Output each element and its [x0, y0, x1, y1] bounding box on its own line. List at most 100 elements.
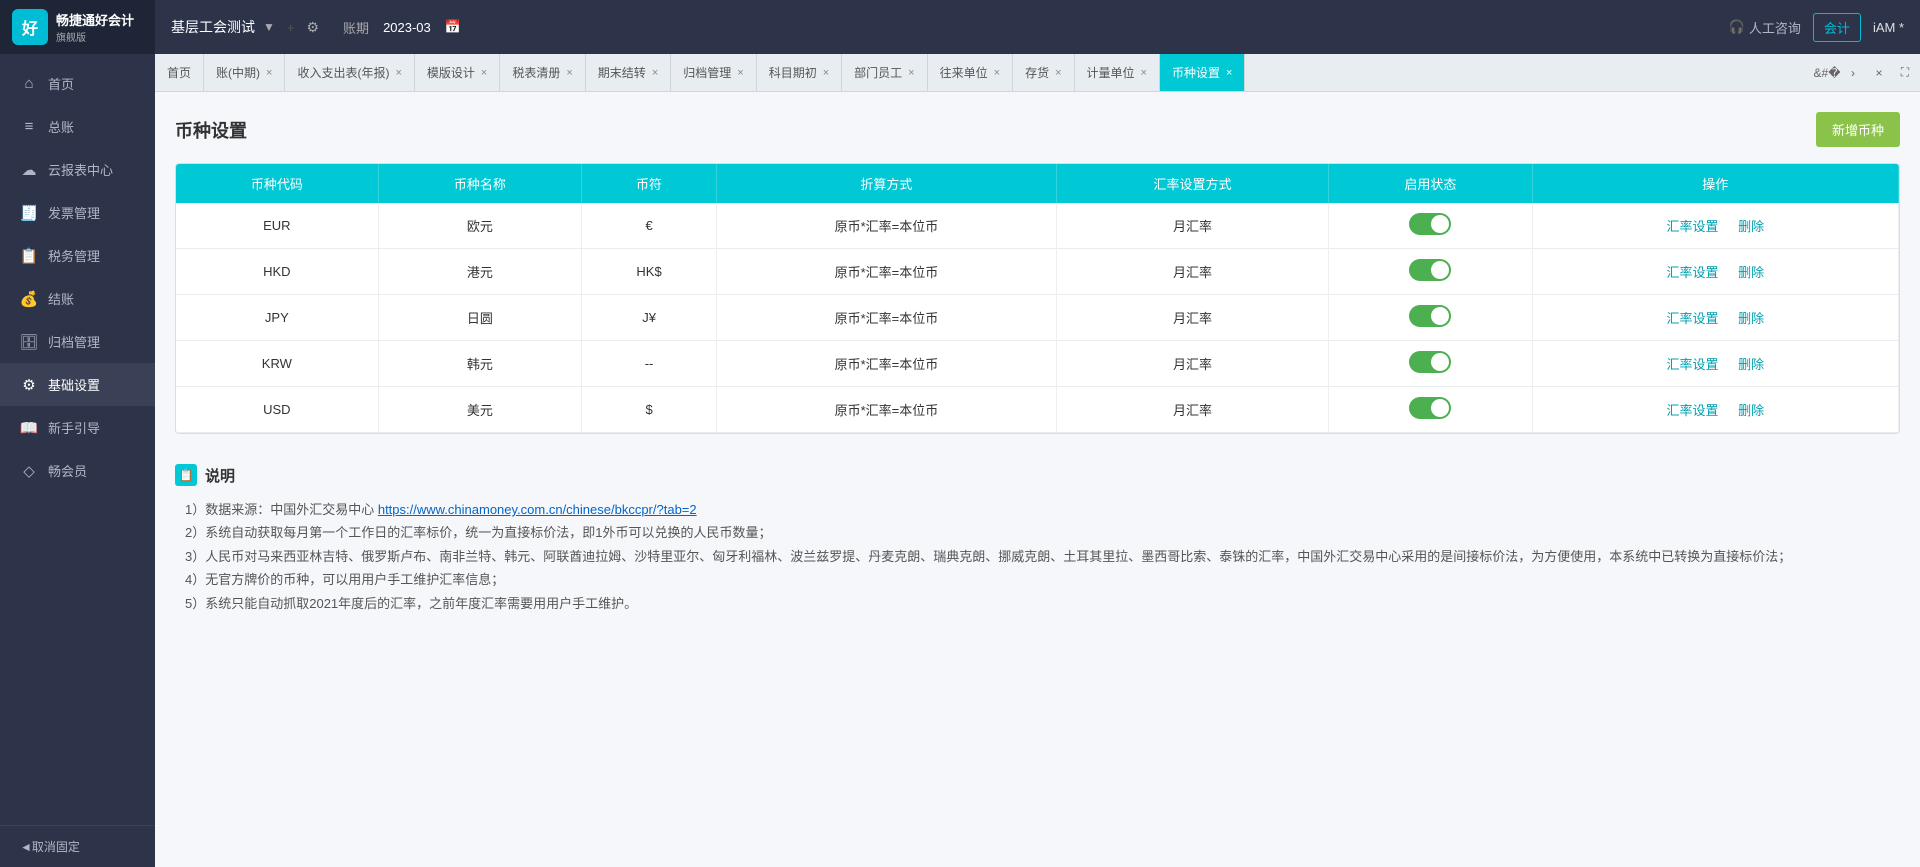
- tab-inventory[interactable]: 存货 ×: [1013, 54, 1074, 92]
- tab-period[interactable]: 账(中期) ×: [204, 54, 285, 92]
- main-area: 基层工会测试 ▼ + ⚙ 账期 2023-03 📅 🎧 人工咨询 会计 iAM …: [155, 0, 1920, 867]
- tab-expand-button[interactable]: ⛶: [1894, 62, 1916, 84]
- tab-close-period-end[interactable]: ×: [652, 67, 658, 79]
- tab-close-inventory[interactable]: ×: [1055, 67, 1061, 79]
- notes-section: 📋 说明 1）数据来源：中国外汇交易中心 https://www.chinamo…: [175, 464, 1900, 615]
- iam-label: iAM *: [1873, 20, 1904, 35]
- notes-item: 1）数据来源：中国外汇交易中心 https://www.chinamoney.c…: [175, 498, 1900, 521]
- header-right: 🎧 人工咨询 会计 iAM *: [1729, 13, 1904, 42]
- enable-toggle[interactable]: [1409, 397, 1451, 419]
- col-header-action: 操作: [1532, 164, 1898, 203]
- cell-status[interactable]: [1329, 341, 1532, 387]
- cell-method: 原币*汇率=本位币: [716, 341, 1056, 387]
- delete-link[interactable]: 删除: [1738, 403, 1764, 418]
- sidebar-item-member[interactable]: ◇ 畅会员: [0, 449, 155, 492]
- tab-archive[interactable]: 归档管理 ×: [671, 54, 756, 92]
- tab-close-subject-init[interactable]: ×: [823, 67, 829, 79]
- page-header: 币种设置 新增币种: [175, 112, 1900, 147]
- cell-status[interactable]: [1329, 203, 1532, 249]
- rate-setting-link[interactable]: 汇率设置: [1666, 403, 1718, 418]
- currency-table-container: 币种代码 币种名称 币符 折算方式 汇率设置方式 启用状态 操作 EUR 欧元 …: [175, 163, 1900, 434]
- tab-currency[interactable]: 币种设置 ×: [1160, 54, 1245, 92]
- sidebar-item-settings[interactable]: ⚙ 基础设置: [0, 363, 155, 406]
- tab-close-all-button[interactable]: ×: [1868, 62, 1890, 84]
- tab-income[interactable]: 收入支出表(年报) ×: [285, 54, 414, 92]
- sidebar-pin-toggle[interactable]: ◄取消固定: [0, 825, 155, 867]
- sidebar-item-closing[interactable]: 💰 结账: [0, 277, 155, 320]
- col-header-symbol: 币符: [582, 164, 717, 203]
- sidebar-item-ledger[interactable]: ≡ 总账: [0, 105, 155, 148]
- tab-close-template[interactable]: ×: [481, 67, 487, 79]
- enable-toggle[interactable]: [1409, 259, 1451, 281]
- account-button[interactable]: 会计: [1813, 13, 1861, 42]
- tab-prev-button[interactable]: &#�: [1816, 62, 1838, 84]
- tab-home[interactable]: 首页: [155, 54, 204, 92]
- enable-toggle[interactable]: [1409, 351, 1451, 373]
- chinamoney-link[interactable]: https://www.chinamoney.com.cn/chinese/bk…: [378, 502, 697, 517]
- col-header-rate-type: 汇率设置方式: [1056, 164, 1328, 203]
- enable-toggle[interactable]: [1409, 305, 1451, 327]
- sidebar-item-tax[interactable]: 📋 税务管理: [0, 234, 155, 277]
- sidebar-item-invoice[interactable]: 🧾 发票管理: [0, 191, 155, 234]
- cell-rate-type: 月汇率: [1056, 387, 1328, 433]
- sidebar-item-cloud-report[interactable]: ☁ 云报表中心: [0, 148, 155, 191]
- table-row: KRW 韩元 -- 原币*汇率=本位币 月汇率 汇率设置 删除: [176, 341, 1899, 387]
- tab-close-archive[interactable]: ×: [737, 67, 743, 79]
- cell-rate-type: 月汇率: [1056, 341, 1328, 387]
- cell-code: USD: [176, 387, 378, 433]
- cell-symbol: $: [582, 387, 717, 433]
- cell-status[interactable]: [1329, 295, 1532, 341]
- tab-template[interactable]: 模版设计 ×: [415, 54, 500, 92]
- tab-close-tax-form[interactable]: ×: [566, 67, 572, 79]
- cell-code: HKD: [176, 249, 378, 295]
- tab-close-income[interactable]: ×: [395, 67, 401, 79]
- tab-contact[interactable]: 往来单位 ×: [928, 54, 1013, 92]
- table-row: USD 美元 $ 原币*汇率=本位币 月汇率 汇率设置 删除: [176, 387, 1899, 433]
- currency-table: 币种代码 币种名称 币符 折算方式 汇率设置方式 启用状态 操作 EUR 欧元 …: [176, 164, 1899, 433]
- guide-icon: 📖: [20, 419, 38, 437]
- help-button[interactable]: 🎧 人工咨询: [1729, 18, 1801, 37]
- tab-close-contact[interactable]: ×: [994, 67, 1000, 79]
- tab-unit[interactable]: 计量单位 ×: [1075, 54, 1160, 92]
- member-icon: ◇: [20, 462, 38, 480]
- ledger-icon: ≡: [20, 118, 38, 136]
- tab-close-department[interactable]: ×: [908, 67, 914, 79]
- tab-subject-init[interactable]: 科目期初 ×: [757, 54, 842, 92]
- rate-setting-link[interactable]: 汇率设置: [1666, 219, 1718, 234]
- sidebar-item-archive[interactable]: 🗄 归档管理: [0, 320, 155, 363]
- tab-period-end[interactable]: 期末结转 ×: [586, 54, 671, 92]
- settings-icon: ⚙: [20, 376, 38, 394]
- delete-link[interactable]: 删除: [1738, 265, 1764, 280]
- sidebar-item-guide[interactable]: 📖 新手引导: [0, 406, 155, 449]
- settings-gear-icon[interactable]: ⚙: [306, 19, 319, 36]
- tab-department[interactable]: 部门员工 ×: [842, 54, 927, 92]
- cell-status[interactable]: [1329, 249, 1532, 295]
- rate-setting-link[interactable]: 汇率设置: [1666, 265, 1718, 280]
- rate-setting-link[interactable]: 汇率设置: [1666, 311, 1718, 326]
- notes-list: 1）数据来源：中国外汇交易中心 https://www.chinamoney.c…: [175, 498, 1900, 615]
- new-currency-button[interactable]: 新增币种: [1816, 112, 1900, 147]
- calendar-icon[interactable]: 📅: [445, 19, 461, 35]
- delete-link[interactable]: 删除: [1738, 311, 1764, 326]
- col-header-method: 折算方式: [716, 164, 1056, 203]
- tab-next-button[interactable]: ›: [1842, 62, 1864, 84]
- col-header-name: 币种名称: [378, 164, 581, 203]
- tab-close-period[interactable]: ×: [266, 67, 272, 79]
- enable-toggle[interactable]: [1409, 213, 1451, 235]
- sidebar-item-home[interactable]: ⌂ 首页: [0, 62, 155, 105]
- col-header-code: 币种代码: [176, 164, 378, 203]
- delete-link[interactable]: 删除: [1738, 357, 1764, 372]
- home-icon: ⌂: [20, 75, 38, 93]
- tab-tax-form[interactable]: 税表清册 ×: [500, 54, 585, 92]
- notes-item: 3）人民币对马来西亚林吉特、俄罗斯卢布、南非兰特、韩元、阿联酋迪拉姆、沙特里亚尔…: [175, 545, 1900, 568]
- delete-link[interactable]: 删除: [1738, 219, 1764, 234]
- company-dropdown-icon[interactable]: ▼: [263, 20, 275, 34]
- cell-method: 原币*汇率=本位币: [716, 295, 1056, 341]
- rate-setting-link[interactable]: 汇率设置: [1666, 357, 1718, 372]
- cell-symbol: HK$: [582, 249, 717, 295]
- tax-icon: 📋: [20, 247, 38, 265]
- tab-close-currency[interactable]: ×: [1226, 67, 1232, 79]
- tab-close-unit[interactable]: ×: [1141, 67, 1147, 79]
- table-header-row: 币种代码 币种名称 币符 折算方式 汇率设置方式 启用状态 操作: [176, 164, 1899, 203]
- cell-status[interactable]: [1329, 387, 1532, 433]
